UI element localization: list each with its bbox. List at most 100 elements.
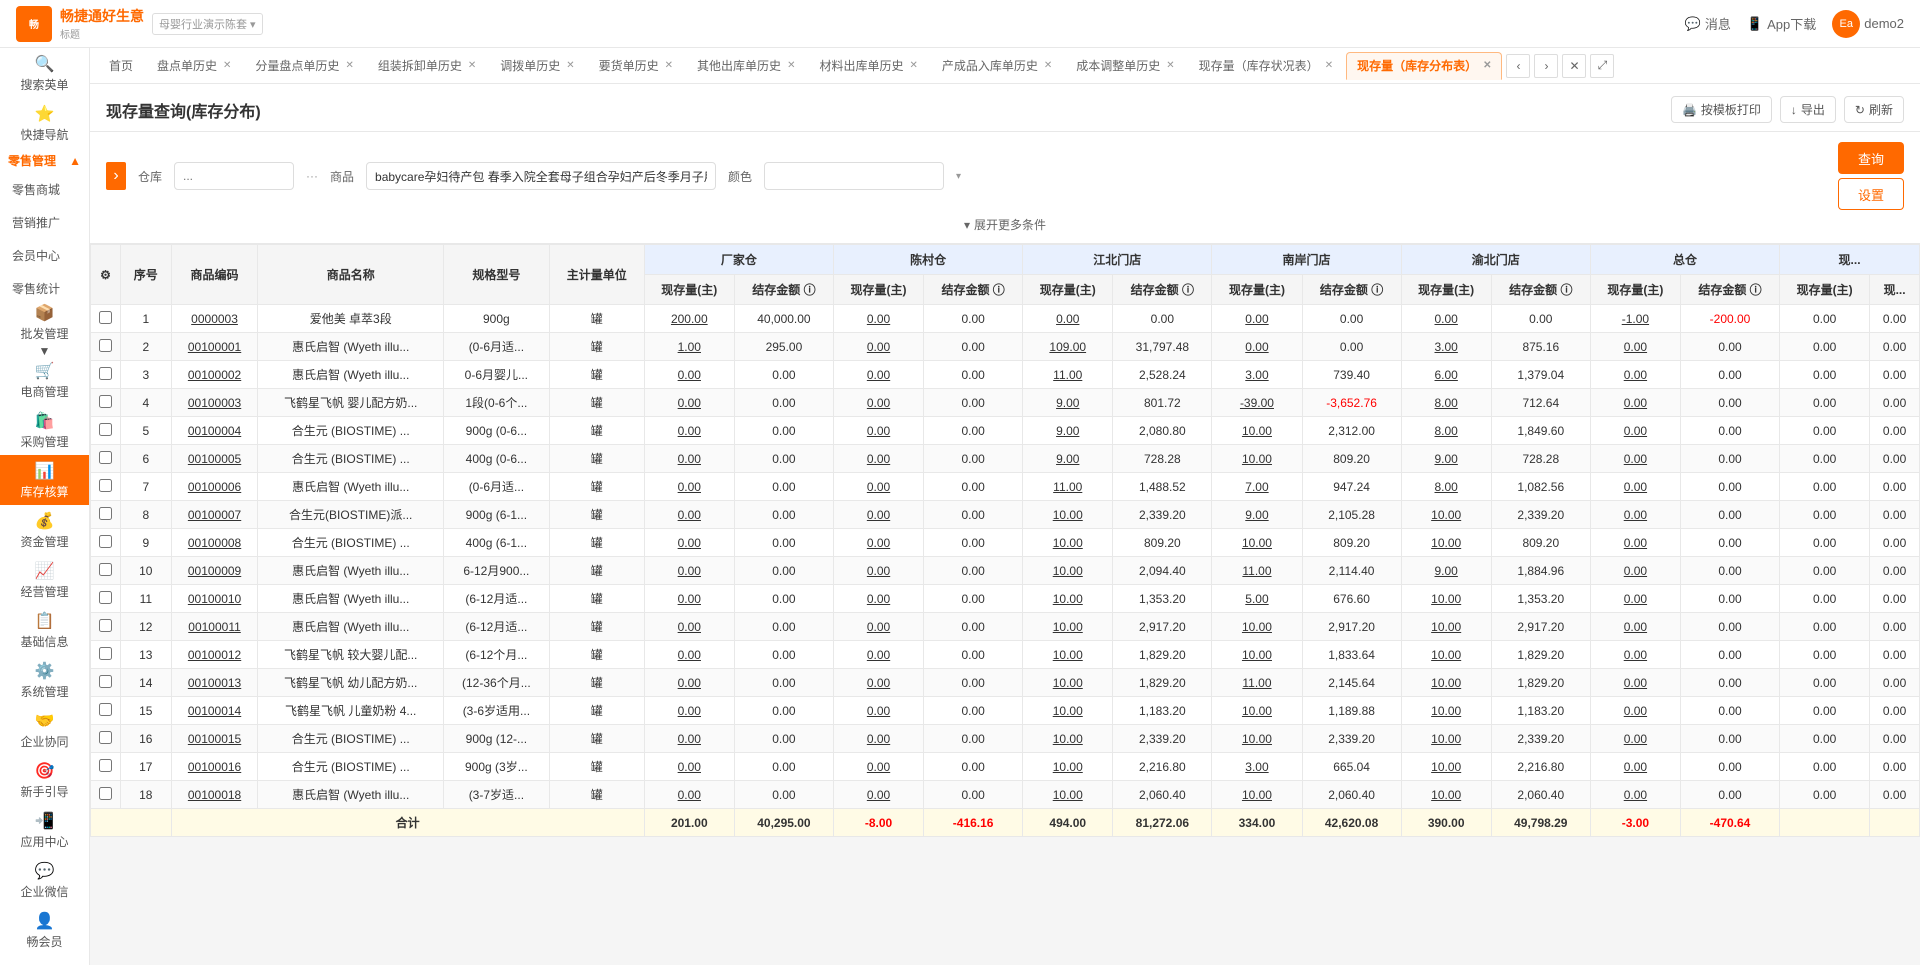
cell-na-stock[interactable]: -39.00 (1212, 389, 1302, 417)
sidebar-item-marketing[interactable]: 营销推广 (0, 206, 89, 239)
row-checkbox[interactable] (99, 563, 112, 576)
cell-t-stock[interactable]: 0.00 (1590, 725, 1680, 753)
cell-ybb-stock[interactable]: 8.00 (1401, 389, 1491, 417)
cell-na-stock[interactable]: 11.00 (1212, 669, 1302, 697)
close-icon[interactable]: ✕ (223, 60, 231, 71)
close-icon[interactable]: ✕ (787, 60, 795, 71)
cell-cm-stock[interactable]: 0.00 (833, 417, 923, 445)
cell-ybb-stock[interactable]: 10.00 (1401, 613, 1491, 641)
cell-jb-stock[interactable]: 9.00 (1023, 417, 1113, 445)
cell-jb-stock[interactable]: 11.00 (1023, 361, 1113, 389)
cell-ybb-stock[interactable]: 10.00 (1401, 529, 1491, 557)
cell-f-stock[interactable]: 0.00 (644, 501, 734, 529)
close-icon[interactable]: ✕ (566, 60, 574, 71)
cell-code[interactable]: 00100004 (171, 417, 258, 445)
print-btn[interactable]: 🖨️ 按模板打印 (1671, 96, 1772, 123)
cell-cm-stock[interactable]: 0.00 (833, 501, 923, 529)
expand-more-btn[interactable]: ▾ 展开更多条件 (106, 216, 1904, 233)
refresh-btn[interactable]: ↻ 刷新 (1844, 96, 1904, 123)
cell-t-stock[interactable]: 0.00 (1590, 697, 1680, 725)
cell-t-stock[interactable]: 0.00 (1590, 445, 1680, 473)
sidebar-item-retail-shop[interactable]: 零售商城 (0, 173, 89, 206)
row-checkbox[interactable] (99, 703, 112, 716)
cell-na-stock[interactable]: 10.00 (1212, 613, 1302, 641)
cell-ybb-stock[interactable]: 10.00 (1401, 697, 1491, 725)
cell-jb-stock[interactable]: 10.00 (1023, 613, 1113, 641)
cell-na-stock[interactable]: 5.00 (1212, 585, 1302, 613)
cell-ybb-stock[interactable]: 10.00 (1401, 641, 1491, 669)
export-btn[interactable]: ↓ 导出 (1780, 96, 1836, 123)
sidebar-retail-section[interactable]: 零售管理 ▲ (0, 148, 89, 173)
close-icon[interactable]: ✕ (665, 60, 673, 71)
cell-cm-stock[interactable]: 0.00 (833, 473, 923, 501)
cell-cm-stock[interactable]: 0.00 (833, 305, 923, 333)
row-checkbox[interactable] (99, 731, 112, 744)
cell-jb-stock[interactable]: 10.00 (1023, 725, 1113, 753)
cell-f-stock[interactable]: 0.00 (644, 529, 734, 557)
cell-f-stock[interactable]: 0.00 (644, 697, 734, 725)
cell-na-stock[interactable]: 10.00 (1212, 445, 1302, 473)
cell-f-stock[interactable]: 0.00 (644, 417, 734, 445)
cell-checkbox[interactable] (91, 585, 121, 613)
cell-na-stock[interactable]: 10.00 (1212, 641, 1302, 669)
cell-t-stock[interactable]: 0.00 (1590, 641, 1680, 669)
cell-f-stock[interactable]: 0.00 (644, 557, 734, 585)
tab-next-btn[interactable]: › (1534, 54, 1558, 78)
cell-jb-stock[interactable]: 9.00 (1023, 389, 1113, 417)
cell-na-stock[interactable]: 0.00 (1212, 333, 1302, 361)
cell-cm-stock[interactable]: 0.00 (833, 781, 923, 809)
row-checkbox[interactable] (99, 395, 112, 408)
cell-checkbox[interactable] (91, 781, 121, 809)
cell-t-stock[interactable]: 0.00 (1590, 529, 1680, 557)
sidebar-item-wechat[interactable]: 💬 企业微信 (0, 855, 89, 905)
cell-f-stock[interactable]: 0.00 (644, 753, 734, 781)
cell-t-stock[interactable]: 0.00 (1590, 333, 1680, 361)
sidebar-item-apps[interactable]: 📲 应用中心 (0, 805, 89, 855)
tab-close-btn[interactable]: ✕ (1562, 54, 1586, 78)
sidebar-item-search[interactable]: 🔍 搜索英单 (0, 48, 89, 98)
cell-f-stock[interactable]: 0.00 (644, 585, 734, 613)
cell-checkbox[interactable] (91, 361, 121, 389)
cell-na-stock[interactable]: 10.00 (1212, 417, 1302, 445)
tab-assembly[interactable]: 组装拆卸单历史✕ (367, 52, 487, 80)
close-icon[interactable]: ✕ (1166, 60, 1174, 71)
cell-jb-stock[interactable]: 11.00 (1023, 473, 1113, 501)
cell-checkbox[interactable] (91, 389, 121, 417)
cell-checkbox[interactable] (91, 333, 121, 361)
row-checkbox[interactable] (99, 675, 112, 688)
row-checkbox[interactable] (99, 619, 112, 632)
tab-material-out[interactable]: 材料出库单历史✕ (808, 52, 928, 80)
sidebar-item-basics[interactable]: 📋 基础信息 (0, 605, 89, 655)
cell-t-stock[interactable]: 0.00 (1590, 781, 1680, 809)
sidebar-item-member[interactable]: 会员中心 (0, 239, 89, 272)
cell-t-stock[interactable]: 0.00 (1590, 613, 1680, 641)
tab-cost-adjust[interactable]: 成本调整单历史✕ (1065, 52, 1185, 80)
sidebar-item-system[interactable]: ⚙️ 系统管理 (0, 655, 89, 705)
cell-code[interactable]: 00100012 (171, 641, 258, 669)
cell-code[interactable]: 00100003 (171, 389, 258, 417)
cell-f-stock[interactable]: 0.00 (644, 473, 734, 501)
cell-jb-stock[interactable]: 0.00 (1023, 305, 1113, 333)
close-icon[interactable]: ✕ (1325, 60, 1333, 71)
cell-cm-stock[interactable]: 0.00 (833, 613, 923, 641)
cell-code[interactable]: 00100016 (171, 753, 258, 781)
sidebar-item-collab[interactable]: 🤝 企业协同 (0, 705, 89, 755)
cell-ybb-stock[interactable]: 6.00 (1401, 361, 1491, 389)
cell-cm-stock[interactable]: 0.00 (833, 697, 923, 725)
row-checkbox[interactable] (99, 787, 112, 800)
row-checkbox[interactable] (99, 311, 112, 324)
warehouse-dots[interactable]: ··· (306, 169, 318, 183)
close-icon[interactable]: ✕ (1044, 60, 1052, 71)
cell-na-stock[interactable]: 10.00 (1212, 529, 1302, 557)
cell-cm-stock[interactable]: 0.00 (833, 557, 923, 585)
cell-na-stock[interactable]: 11.00 (1212, 557, 1302, 585)
cell-t-stock[interactable]: 0.00 (1590, 557, 1680, 585)
cell-jb-stock[interactable]: 9.00 (1023, 445, 1113, 473)
cell-ybb-stock[interactable]: 10.00 (1401, 781, 1491, 809)
cell-ybb-stock[interactable]: 10.00 (1401, 753, 1491, 781)
row-checkbox[interactable] (99, 451, 112, 464)
tab-requisition[interactable]: 要货单历史✕ (588, 52, 684, 80)
cell-jb-stock[interactable]: 10.00 (1023, 781, 1113, 809)
sidebar-item-purchase[interactable]: 🛍️ 采购管理 (0, 405, 89, 455)
row-checkbox[interactable] (99, 647, 112, 660)
